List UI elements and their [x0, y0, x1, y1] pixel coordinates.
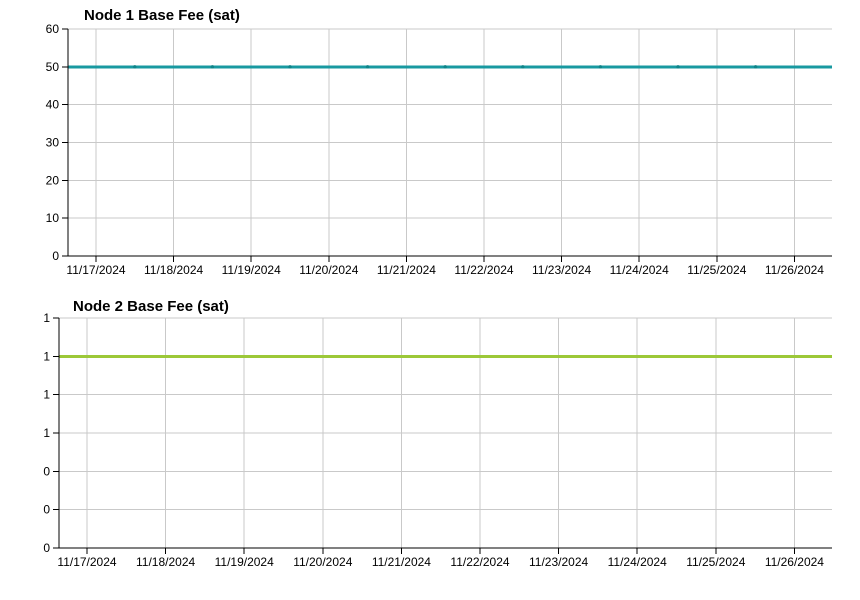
chart-title: Node 2 Base Fee (sat)	[73, 298, 229, 315]
fee-charts-canvas: 010203040506011/17/2024 11/18/2024 11/19/2…	[43, 7, 832, 569]
x-tick-label: 11/18/2024	[144, 263, 203, 277]
data-point-marker	[210, 65, 215, 69]
data-point-marker	[288, 65, 292, 69]
y-tick-label: 10	[46, 211, 60, 225]
fee-charts-page: 0 10 20 30 40 50 60 11/17/2024 11/18/2024 11/19/2…	[0, 0, 860, 600]
y-tick-label: 0	[43, 503, 50, 517]
data-point-marker	[443, 65, 447, 69]
data-point-marker	[521, 65, 525, 69]
x-tick-label: 11/21/2024	[372, 555, 431, 569]
data-point-marker	[133, 65, 137, 69]
x-tick-label: 11/20/2024	[299, 263, 358, 277]
x-tick-label: 11/18/2024	[136, 555, 195, 569]
y-tick-label: 20	[46, 173, 60, 187]
y-tick-label: 30	[46, 136, 60, 150]
y-tick-label: 60	[46, 22, 60, 36]
chart-node1: 0 10 20 30 40 50 60 11/17/2024 11/18/2024 11/19/2…	[46, 7, 832, 277]
x-tick-label: 11/19/2024	[215, 555, 274, 569]
y-tick-label: 50	[46, 60, 60, 74]
chart-node2: 0 0 0 1 1 1 1 11/17/2024 11/18/2024 11/19/2024 11/…	[43, 298, 832, 569]
x-tick-label: 11/23/2024	[529, 555, 588, 569]
data-point-marker	[753, 65, 758, 69]
x-tick-label: 11/23/2024	[532, 263, 591, 277]
chart-title: Node 1 Base Fee (sat)	[84, 7, 240, 24]
x-tick-label: 11/19/2024	[222, 263, 281, 277]
y-tick-label: 1	[43, 311, 50, 325]
x-tick-label: 11/22/2024	[454, 263, 513, 277]
x-tick-label: 11/26/2024	[765, 263, 824, 277]
x-tick-label: 11/26/2024	[765, 555, 824, 569]
x-tick-label: 11/17/2024	[57, 555, 116, 569]
y-tick-label: 1	[43, 349, 50, 363]
x-tick-label: 11/17/2024	[66, 263, 125, 277]
x-tick-label: 11/24/2024	[608, 555, 667, 569]
y-tick-label: 40	[46, 98, 60, 112]
x-tick-label: 11/21/2024	[377, 263, 436, 277]
x-tick-label: 11/22/2024	[450, 555, 509, 569]
y-tick-label: 0	[43, 541, 50, 555]
y-tick-label: 0	[52, 249, 59, 263]
data-point-marker	[598, 65, 603, 69]
data-point-marker	[676, 65, 680, 69]
x-tick-label: 11/24/2024	[610, 263, 669, 277]
y-tick-label: 0	[43, 464, 50, 478]
y-tick-label: 1	[43, 388, 50, 402]
y-tick-label: 1	[43, 426, 50, 440]
x-tick-label: 11/25/2024	[687, 263, 746, 277]
x-tick-label: 11/25/2024	[686, 555, 745, 569]
data-point-marker	[365, 65, 370, 69]
x-tick-label: 11/20/2024	[293, 555, 352, 569]
